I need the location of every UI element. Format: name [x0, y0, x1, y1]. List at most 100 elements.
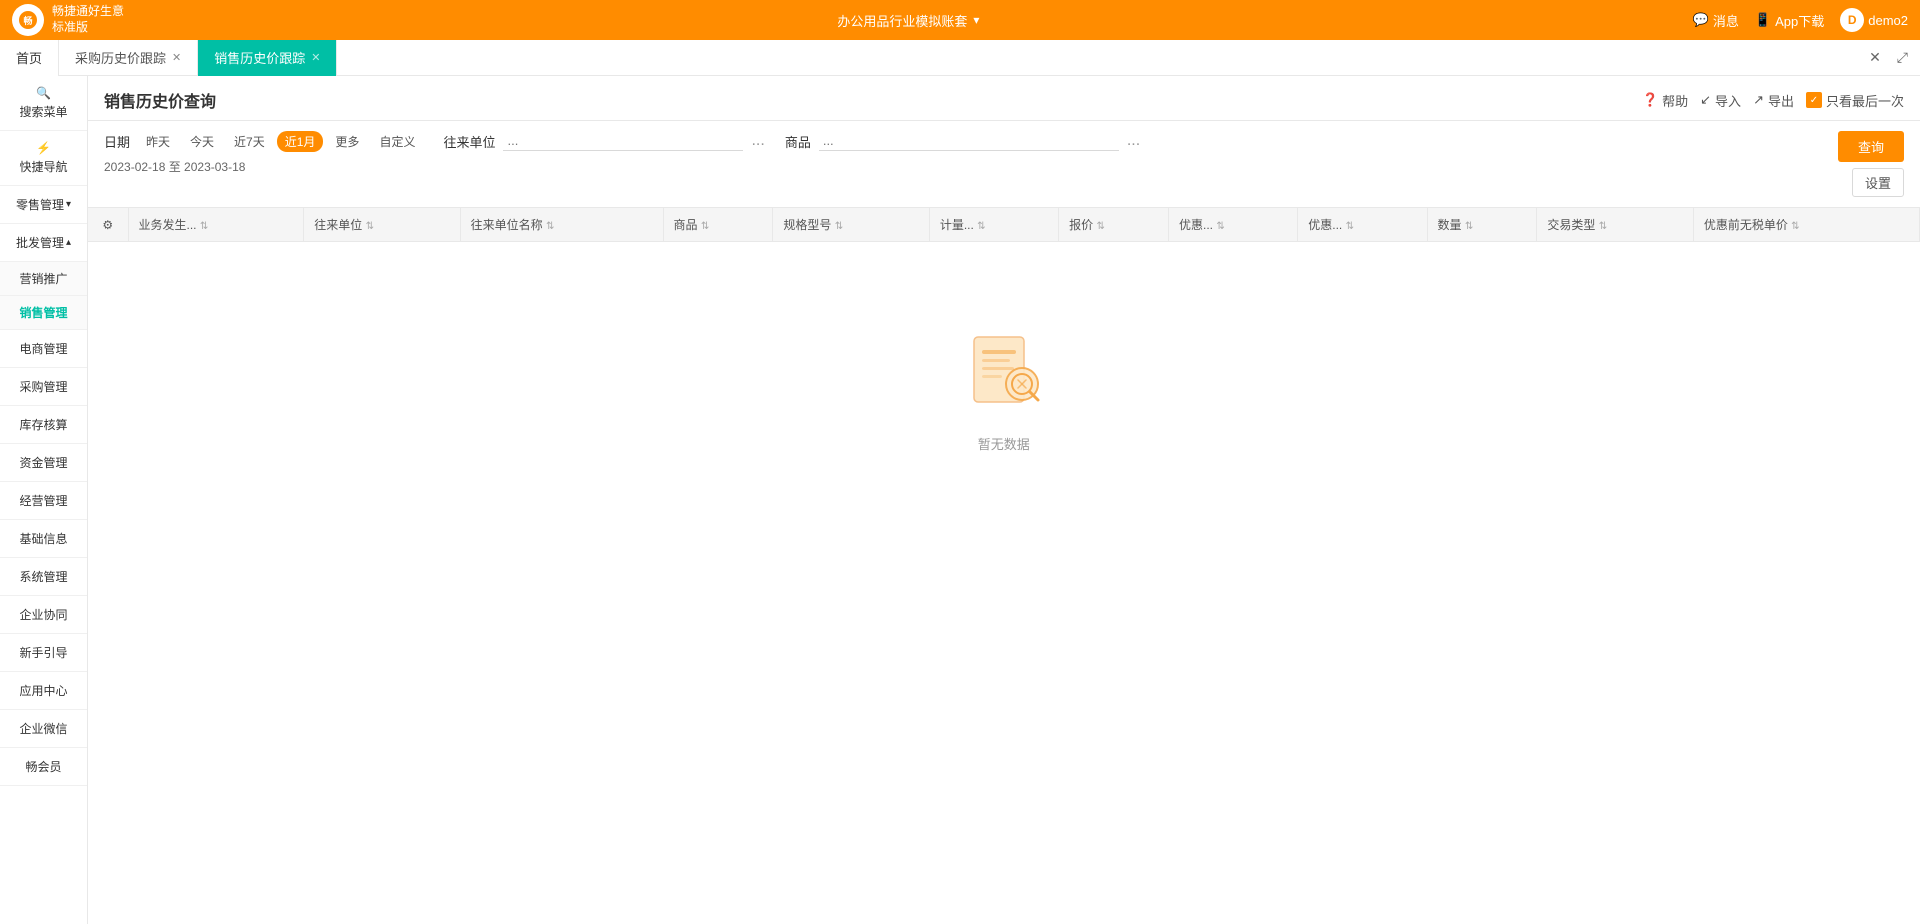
merchant-filter-group: 往来单位 ...	[443, 131, 764, 151]
import-button[interactable]: ↙ 导入	[1700, 91, 1741, 110]
sidebar-item-marketing[interactable]: 营销推广	[0, 262, 87, 296]
sidebar-item-guide[interactable]: 新手引导	[0, 634, 87, 672]
query-button[interactable]: 查询	[1838, 131, 1904, 162]
sidebar-item-retail[interactable]: 零售管理 ▾	[0, 186, 87, 224]
close-all-tabs-icon[interactable]: ✕	[1865, 45, 1885, 70]
app-dropdown-icon[interactable]: ▾	[973, 13, 979, 27]
merchant-input[interactable]	[503, 131, 743, 151]
message-icon: 💬	[1693, 12, 1709, 28]
sidebar-item-inventory[interactable]: 库存核算	[0, 406, 87, 444]
top-bar-left: 畅 畅捷通好生意 标准版	[12, 4, 124, 36]
user-menu[interactable]: D demo2	[1840, 8, 1908, 32]
top-bar: 畅 畅捷通好生意 标准版 办公用品行业模拟账套 ▾ 💬 消息 📱 App下载 D…	[0, 0, 1920, 40]
sidebar-item-enterprise[interactable]: 企业协同	[0, 596, 87, 634]
sort-icon-trade-type: ⇅	[1599, 221, 1607, 232]
merchant-filter-row: 往来单位 ...	[443, 131, 764, 151]
only-last-checkbox-group[interactable]: ✓ 只看最后一次	[1806, 91, 1904, 110]
date-option-1month[interactable]: 近1月	[277, 131, 324, 152]
page-title: 销售历史价查询	[104, 88, 216, 112]
col-quantity-label: 数量	[1438, 218, 1462, 232]
goods-label: 商品	[785, 132, 811, 151]
col-discount2[interactable]: 优惠... ⇅	[1298, 208, 1427, 242]
col-quantity[interactable]: 数量 ⇅	[1427, 208, 1537, 242]
only-last-label: 只看最后一次	[1826, 91, 1904, 110]
goods-picker-icon[interactable]: ...	[1127, 132, 1140, 150]
date-option-7days[interactable]: 近7天	[226, 131, 273, 152]
app-name[interactable]: 办公用品行业模拟账套 ▾	[837, 11, 979, 30]
sidebar-item-quick-nav[interactable]: ⚡ 快捷导航	[0, 131, 87, 186]
page-header: 销售历史价查询 ❓ 帮助 ↙ 导入 ↗ 导出 ✓ 只看最后一次	[88, 76, 1920, 121]
sidebar: 🔍 搜索菜单 ⚡ 快捷导航 零售管理 ▾ 批发管理 ▴ 营销推广 销售管理 电商…	[0, 76, 88, 924]
goods-filter-row: 商品 ...	[785, 131, 1140, 151]
sidebar-item-sales-mgmt[interactable]: 销售管理	[0, 296, 87, 330]
avatar: D	[1840, 8, 1864, 32]
col-trade-type[interactable]: 交易类型 ⇅	[1537, 208, 1693, 242]
sales-history-tab-label: 销售历史价跟踪	[214, 48, 305, 67]
date-filter-row: 日期 昨天 今天 近7天 近1月 更多 自定义	[104, 131, 423, 152]
col-spec[interactable]: 规格型号 ⇅	[773, 208, 929, 242]
sort-icon-quote: ⇅	[1096, 221, 1104, 232]
help-button[interactable]: ❓ 帮助	[1642, 91, 1688, 110]
col-pretax-price[interactable]: 优惠前无税单价 ⇅	[1693, 208, 1919, 242]
date-option-more[interactable]: 更多	[327, 131, 367, 152]
sidebar-item-operations[interactable]: 经营管理	[0, 482, 87, 520]
tab-bar-actions: ✕ ⤢	[1865, 45, 1920, 70]
tab-purchase-close-icon[interactable]: ✕	[172, 51, 181, 64]
col-unit-name[interactable]: 往来单位名称 ⇅	[460, 208, 663, 242]
col-discount1[interactable]: 优惠... ⇅	[1168, 208, 1297, 242]
sidebar-item-system[interactable]: 系统管理	[0, 558, 87, 596]
col-biz-date[interactable]: 业务发生... ⇅	[128, 208, 304, 242]
empty-icon	[954, 322, 1054, 422]
sort-icon-discount1: ⇅	[1216, 221, 1224, 232]
table-area: ⚙ 业务发生... ⇅ 往来单位 ⇅ 往来单位名称 ⇅	[88, 208, 1920, 924]
tab-purchase-history[interactable]: 采购历史价跟踪 ✕	[59, 40, 198, 76]
tab-sales-history[interactable]: 销售历史价跟踪 ✕	[198, 40, 337, 76]
app-download-button[interactable]: 📱 App下载	[1755, 11, 1824, 30]
date-label: 日期	[104, 132, 130, 151]
sidebar-item-ecommerce[interactable]: 电商管理	[0, 330, 87, 368]
sidebar-item-search[interactable]: 🔍 搜索菜单	[0, 76, 87, 131]
sidebar-item-finance[interactable]: 资金管理	[0, 444, 87, 482]
date-range-display: 2023-02-18 至 2023-03-18	[104, 158, 423, 175]
tab-bar: 首页 采购历史价跟踪 ✕ 销售历史价跟踪 ✕ ✕ ⤢	[0, 40, 1920, 76]
col-goods[interactable]: 商品 ⇅	[663, 208, 773, 242]
content-area: 销售历史价查询 ❓ 帮助 ↙ 导入 ↗ 导出 ✓ 只看最后一次	[88, 76, 1920, 924]
col-quote[interactable]: 报价 ⇅	[1059, 208, 1169, 242]
table-body: 暂无数据	[88, 242, 1920, 534]
download-icon: 📱	[1755, 12, 1771, 28]
col-pretax-price-label: 优惠前无税单价	[1704, 218, 1788, 232]
goods-input[interactable]	[819, 131, 1119, 151]
col-unit-code-label: 往来单位	[314, 218, 362, 232]
sidebar-item-basic-info[interactable]: 基础信息	[0, 520, 87, 558]
col-settings[interactable]: ⚙	[88, 208, 128, 242]
sidebar-item-corp-wechat[interactable]: 企业微信	[0, 710, 87, 748]
data-table: ⚙ 业务发生... ⇅ 往来单位 ⇅ 往来单位名称 ⇅	[88, 208, 1920, 533]
merchant-picker-icon[interactable]: ...	[751, 132, 764, 150]
sidebar-item-app-center[interactable]: 应用中心	[0, 672, 87, 710]
maximize-icon[interactable]: ⤢	[1893, 45, 1912, 70]
settings-button[interactable]: 设置	[1852, 168, 1904, 197]
date-option-today[interactable]: 今天	[182, 131, 222, 152]
only-last-checkbox-icon: ✓	[1806, 92, 1822, 108]
svg-text:畅: 畅	[23, 15, 32, 26]
tab-sales-close-icon[interactable]: ✕	[311, 51, 320, 64]
sort-icon-biz-date: ⇅	[200, 221, 208, 232]
sidebar-item-wholesale[interactable]: 批发管理 ▴	[0, 224, 87, 262]
logo-icon: 畅	[12, 4, 44, 36]
sidebar-item-member[interactable]: 畅会员	[0, 748, 87, 786]
tab-home[interactable]: 首页	[0, 40, 59, 76]
top-bar-right: 💬 消息 📱 App下载 D demo2	[1693, 8, 1908, 32]
date-filter-group: 日期 昨天 今天 近7天 近1月 更多 自定义 2023-02-18 至 202…	[104, 131, 423, 175]
filter-buttons: 查询 设置	[1838, 131, 1904, 197]
message-button[interactable]: 💬 消息	[1693, 11, 1739, 30]
sidebar-item-purchase[interactable]: 采购管理	[0, 368, 87, 406]
sort-icon-pretax-price: ⇅	[1791, 221, 1799, 232]
col-unit[interactable]: 计量... ⇅	[929, 208, 1058, 242]
import-icon: ↙	[1700, 92, 1711, 108]
col-unit-code[interactable]: 往来单位 ⇅	[304, 208, 460, 242]
date-option-custom[interactable]: 自定义	[371, 131, 423, 152]
export-button[interactable]: ↗ 导出	[1753, 91, 1794, 110]
date-option-yesterday[interactable]: 昨天	[138, 131, 178, 152]
sort-icon-unit-name: ⇅	[546, 221, 554, 232]
filter-main-row: 日期 昨天 今天 近7天 近1月 更多 自定义 2023-02-18 至 202…	[104, 131, 1904, 197]
